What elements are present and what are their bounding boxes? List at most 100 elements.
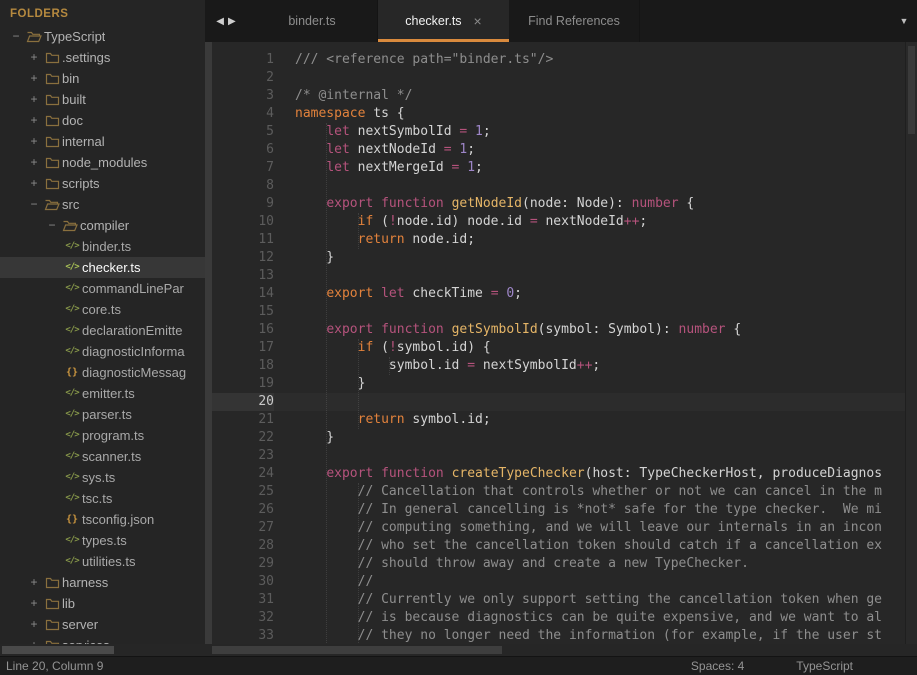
code-line-33[interactable]: 33 // they no longer need the informatio… <box>212 627 905 644</box>
code-line-7[interactable]: 7 let nextMergeId = 1; <box>212 159 905 177</box>
tree-item-commandlinepar[interactable]: </> commandLinePar <box>0 278 205 299</box>
expand-icon[interactable]: + <box>26 89 42 110</box>
collapse-icon[interactable]: − <box>44 215 60 236</box>
code-line-9[interactable]: 9 export function getNodeId(node: Node):… <box>212 195 905 213</box>
tree-item-parser-ts[interactable]: </> parser.ts <box>0 404 205 425</box>
code-line-10[interactable]: 10 if (!node.id) node.id = nextNodeId++; <box>212 213 905 231</box>
code-line-28[interactable]: 28 // who set the cancellation token sho… <box>212 537 905 555</box>
tree-item-server[interactable]: + server <box>0 614 205 635</box>
tree-item-node-modules[interactable]: + node_modules <box>0 152 205 173</box>
collapse-icon[interactable]: − <box>8 26 24 47</box>
tree-item-core-ts[interactable]: </> core.ts <box>0 299 205 320</box>
tree-item-binder-ts[interactable]: </> binder.ts <box>0 236 205 257</box>
code-line-17[interactable]: 17 if (!symbol.id) { <box>212 339 905 357</box>
code-line-2[interactable]: 2 <box>212 69 905 87</box>
tab-find-references[interactable]: Find References <box>509 0 640 42</box>
code-line-4[interactable]: 4 namespace ts { <box>212 105 905 123</box>
code-line-31[interactable]: 31 // Currently we only support setting … <box>212 591 905 609</box>
ts-file-icon: </> <box>65 409 79 419</box>
file-name: binder.ts <box>82 239 132 254</box>
tree-item-internal[interactable]: + internal <box>0 131 205 152</box>
code-line-3[interactable]: 3 /* @internal */ <box>212 87 905 105</box>
collapse-icon[interactable]: − <box>26 194 42 215</box>
code-line-13[interactable]: 13 <box>212 267 905 285</box>
code-line-29[interactable]: 29 // should throw away and create a new… <box>212 555 905 573</box>
code-line-30[interactable]: 30 // <box>212 573 905 591</box>
expand-icon[interactable]: + <box>26 614 42 635</box>
code-line-25[interactable]: 25 // Cancellation that controls whether… <box>212 483 905 501</box>
tree-item-types-ts[interactable]: </> types.ts <box>0 530 205 551</box>
code-editor[interactable]: 1/// <reference path="binder.ts"/> 2 3/* @… <box>212 42 917 644</box>
vertical-scrollbar-handle[interactable] <box>908 46 915 134</box>
tree-item-program-ts[interactable]: </> program.ts <box>0 425 205 446</box>
editor-hscrollbar-handle[interactable] <box>212 646 502 654</box>
tree-item-built[interactable]: + built <box>0 89 205 110</box>
tab-close-icon[interactable]: × <box>474 14 482 28</box>
code-line-20[interactable]: 20 <box>212 393 905 411</box>
code-line-32[interactable]: 32 // is because diagnostics can be quit… <box>212 609 905 627</box>
syntax-setting[interactable]: TypeScript <box>796 659 853 673</box>
sidebar-hscrollbar-handle[interactable] <box>2 646 114 654</box>
code-line-24[interactable]: 24 export function createTypeChecker(hos… <box>212 465 905 483</box>
code-line-21[interactable]: 21 return symbol.id; <box>212 411 905 429</box>
expand-icon[interactable]: + <box>26 572 42 593</box>
tree-item-services[interactable]: + services <box>0 635 205 644</box>
expand-icon[interactable]: + <box>26 110 42 131</box>
tab-overflow-icon[interactable]: ▼ <box>895 0 913 42</box>
expand-icon[interactable]: + <box>26 173 42 194</box>
tree-item-settings[interactable]: + .settings <box>0 47 205 68</box>
code-line-22[interactable]: 22 } <box>212 429 905 447</box>
tree-item-emitter-ts[interactable]: </> emitter.ts <box>0 383 205 404</box>
tree-item-scripts[interactable]: + scripts <box>0 173 205 194</box>
pane-divider[interactable] <box>205 42 212 644</box>
tree-item-utilities-ts[interactable]: </> utilities.ts <box>0 551 205 572</box>
tree-item-compiler[interactable]: − compiler <box>0 215 205 236</box>
tree-item-harness[interactable]: + harness <box>0 572 205 593</box>
indent-setting[interactable]: Spaces: 4 <box>691 659 744 673</box>
tab-back-icon[interactable]: ◀ <box>216 16 224 27</box>
line-content: } <box>295 430 335 445</box>
file-name: sys.ts <box>82 470 116 485</box>
tab-checker-ts[interactable]: checker.ts × <box>378 0 509 42</box>
tree-item-src[interactable]: − src <box>0 194 205 215</box>
code-line-14[interactable]: 14 export let checkTime = 0; <box>212 285 905 303</box>
tree-item-lib[interactable]: + lib <box>0 593 205 614</box>
code-line-11[interactable]: 11 return node.id; <box>212 231 905 249</box>
expand-icon[interactable]: + <box>26 68 42 89</box>
code-line-26[interactable]: 26 // In general cancelling is *not* saf… <box>212 501 905 519</box>
code-line-1[interactable]: 1 /// <reference path="binder.ts"/> <box>212 51 905 69</box>
code-line-5[interactable]: 5 let nextSymbolId = 1; <box>212 123 905 141</box>
code-line-23[interactable]: 23 <box>212 447 905 465</box>
tab-forward-icon[interactable]: ▶ <box>228 16 236 27</box>
tree-item-diagnosticinforma[interactable]: </> diagnosticInforma <box>0 341 205 362</box>
code-line-16[interactable]: 16 export function getSymbolId(symbol: S… <box>212 321 905 339</box>
tree-item-typescript[interactable]: − TypeScript <box>0 26 205 47</box>
code-line-19[interactable]: 19 } <box>212 375 905 393</box>
code-line-15[interactable]: 15 <box>212 303 905 321</box>
expand-icon[interactable]: + <box>26 635 42 644</box>
expand-icon[interactable]: + <box>26 593 42 614</box>
vertical-scrollbar[interactable] <box>905 42 917 644</box>
folder-icon <box>42 156 62 169</box>
line-content: if (!symbol.id) { <box>357 340 491 355</box>
code-line-27[interactable]: 27 // computing something, and we will l… <box>212 519 905 537</box>
tree-item-bin[interactable]: + bin <box>0 68 205 89</box>
tree-item-doc[interactable]: + doc <box>0 110 205 131</box>
tree-item-tsconfig-json[interactable]: {} tsconfig.json <box>0 509 205 530</box>
tree-item-sys-ts[interactable]: </> sys.ts <box>0 467 205 488</box>
tree-item-tsc-ts[interactable]: </> tsc.ts <box>0 488 205 509</box>
code-line-8[interactable]: 8 <box>212 177 905 195</box>
code-line-18[interactable]: 18 symbol.id = nextSymbolId++; <box>212 357 905 375</box>
tree-item-checker-ts[interactable]: </> checker.ts <box>0 257 205 278</box>
expand-icon[interactable]: + <box>26 152 42 173</box>
expand-icon[interactable]: + <box>26 47 42 68</box>
ts-file-icon: </> <box>65 283 79 293</box>
code-line-12[interactable]: 12 } <box>212 249 905 267</box>
tab-binder-ts[interactable]: binder.ts <box>247 0 378 42</box>
code-line-6[interactable]: 6 let nextNodeId = 1; <box>212 141 905 159</box>
tree-item-diagnosticmessag[interactable]: {} diagnosticMessag <box>0 362 205 383</box>
tree-item-scanner-ts[interactable]: </> scanner.ts <box>0 446 205 467</box>
line-number: 20 <box>212 393 274 411</box>
tree-item-declarationemitte[interactable]: </> declarationEmitte <box>0 320 205 341</box>
expand-icon[interactable]: + <box>26 131 42 152</box>
